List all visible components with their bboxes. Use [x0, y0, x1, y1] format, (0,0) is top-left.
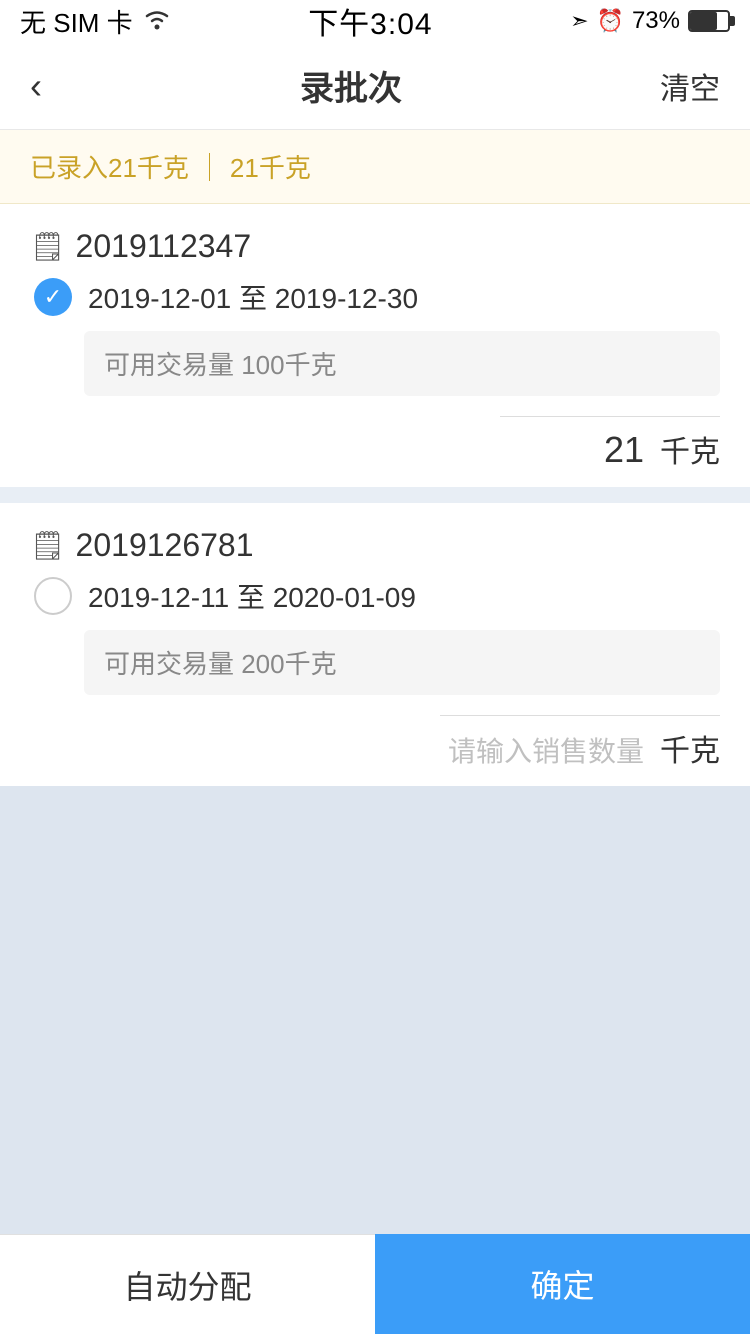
- batch-2-date-row: 2019-12-11 至 2020-01-09: [30, 576, 720, 616]
- summary-value: 21千克: [230, 148, 311, 185]
- batch-2-available-text: 可用交易量 200千克: [104, 649, 337, 679]
- summary-divider: [209, 153, 210, 181]
- batch-1-amount: 21: [604, 429, 644, 471]
- batch-2-input-unit: 千克: [660, 726, 720, 770]
- status-bar: 无 SIM 卡 下午3:04 ➣ ⏰ 73%: [0, 0, 750, 42]
- battery-percent: 73%: [632, 7, 680, 35]
- batch-1-amount-row: 21 千克: [0, 417, 750, 487]
- status-time: 下午3:04: [308, 0, 432, 43]
- batch-1-date-row: ✓ 2019-12-01 至 2019-12-30: [30, 277, 720, 317]
- status-left: 无 SIM 卡: [20, 3, 171, 40]
- page-title: 录批次: [300, 61, 402, 110]
- batch-2-container: 🗒 2019126781 2019-12-11 至 2020-01-09 可用交…: [0, 503, 750, 786]
- batch-2-id: 2019126781: [76, 527, 254, 564]
- bottom-bar: 自动分配 确定: [0, 1234, 750, 1334]
- batch-1-unit: 千克: [660, 427, 720, 471]
- batch-1-available-text: 可用交易量 100千克: [104, 350, 337, 380]
- batch-divider: [0, 487, 750, 503]
- summary-bar: 已录入21千克 21千克: [0, 130, 750, 204]
- nav-bar: ‹ 录批次 清空: [0, 42, 750, 130]
- batch-2-item[interactable]: 🗒 2019126781 2019-12-11 至 2020-01-09 可用交…: [0, 503, 750, 695]
- batch-2-input-placeholder: 请输入销售数量: [448, 730, 644, 770]
- batch-2-input-row[interactable]: 请输入销售数量 千克: [0, 716, 750, 786]
- batch-2-header: 🗒 2019126781: [30, 527, 720, 564]
- gray-area: [0, 786, 750, 1246]
- status-right: ➣ ⏰ 73%: [570, 7, 730, 35]
- battery-icon: [688, 10, 730, 32]
- batch-2-radio[interactable]: [34, 577, 72, 615]
- batch-2-doc-icon: 🗒: [30, 529, 66, 562]
- confirm-button[interactable]: 确定: [375, 1234, 750, 1334]
- batch-1-id: 2019112347: [76, 228, 252, 265]
- wifi-icon: [143, 6, 171, 37]
- batch-1-header: 🗒 2019112347: [30, 228, 720, 265]
- clear-button[interactable]: 清空: [660, 64, 720, 108]
- back-button[interactable]: ‹: [30, 65, 42, 107]
- batch-2-available: 可用交易量 200千克: [84, 630, 720, 695]
- no-sim-text: 无 SIM 卡: [20, 3, 133, 40]
- batch-1-radio[interactable]: ✓: [34, 278, 72, 316]
- auto-distribute-button[interactable]: 自动分配: [0, 1234, 375, 1334]
- batch-2-date: 2019-12-11 至 2020-01-09: [88, 576, 416, 616]
- batch-1-date: 2019-12-01 至 2019-12-30: [88, 277, 418, 317]
- batch-1-available: 可用交易量 100千克: [84, 331, 720, 396]
- batch-1-item[interactable]: 🗒 2019112347 ✓ 2019-12-01 至 2019-12-30 可…: [0, 204, 750, 396]
- batch-1-container: 🗒 2019112347 ✓ 2019-12-01 至 2019-12-30 可…: [0, 204, 750, 487]
- batch-1-doc-icon: 🗒: [30, 230, 66, 263]
- location-icon: ➣: [570, 8, 588, 34]
- summary-label: 已录入21千克: [30, 148, 189, 185]
- checkmark-icon: ✓: [44, 284, 62, 310]
- alarm-icon: ⏰: [597, 8, 624, 34]
